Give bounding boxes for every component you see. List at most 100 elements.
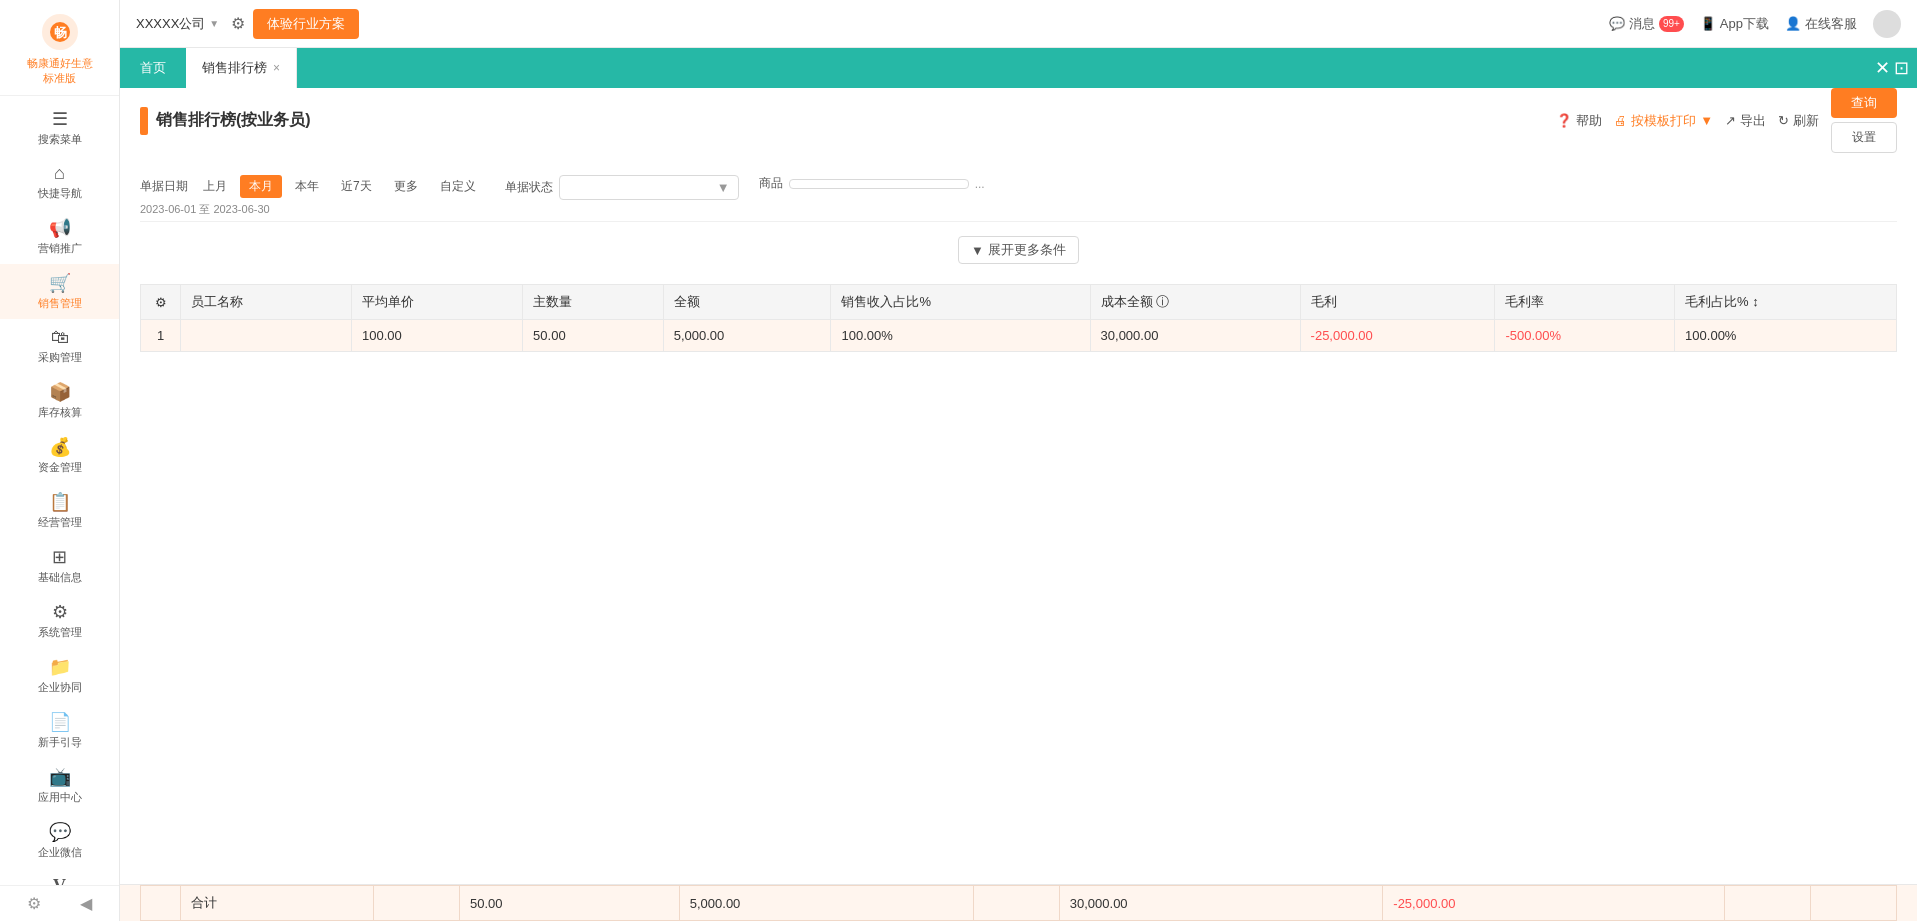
goods-select[interactable] [789, 179, 969, 189]
col-settings[interactable]: ⚙ [141, 285, 181, 320]
cell-avg-price: 100.00 [352, 320, 523, 352]
sidebar-item-marketing[interactable]: 📢 营销推广 [0, 209, 119, 264]
sales-icon: 🛒 [49, 272, 71, 294]
footer-sales-pct [973, 886, 1059, 921]
tab-spacer [297, 48, 1867, 88]
company-settings-icon[interactable]: ⚙ [231, 14, 245, 33]
cell-index: 1 [141, 320, 181, 352]
title-accent [140, 107, 148, 135]
status-select[interactable]: ▼ [559, 175, 739, 200]
sidebar-item-finance[interactable]: 💰 资金管理 [0, 428, 119, 483]
date-tab-year[interactable]: 本年 [286, 175, 328, 198]
filter-section: 销售排行榜(按业务员) ❓ 帮助 🖨 按模板打印 ▼ ↗ 导出 [120, 88, 1917, 284]
sidebar-item-nav[interactable]: ⌂ 快捷导航 [0, 155, 119, 209]
status-filter-group: 单据状态 ▼ [505, 175, 739, 200]
action-btn-group: 查询 设置 [1831, 88, 1897, 153]
sidebar-item-label: 应用中心 [38, 790, 82, 805]
sidebar-item-management[interactable]: 📋 经营管理 [0, 483, 119, 538]
sidebar: 畅 畅康通好生意 标准版 ☰ 搜索菜单 ⌂ 快捷导航 📢 营销推广 🛒 销售管理… [0, 0, 120, 921]
cell-cost-amount: 30,000.00 [1090, 320, 1300, 352]
page-title: 销售排行榜(按业务员) [156, 110, 311, 131]
sidebar-item-enterprise[interactable]: 📁 企业协同 [0, 648, 119, 703]
more-fields-icon[interactable]: ... [975, 177, 985, 191]
date-tab-custom[interactable]: 自定义 [431, 175, 485, 198]
company-selector[interactable]: XXXXX公司 ▼ [136, 15, 219, 33]
sidebar-item-newuser[interactable]: 📄 新手引导 [0, 703, 119, 758]
inventory-icon: 📦 [49, 381, 71, 403]
col-gross-rate: 毛利率 [1495, 285, 1675, 320]
tab-maximize-icon[interactable]: ⊡ [1894, 57, 1909, 79]
sidebar-settings-icon[interactable]: ⚙ [27, 894, 41, 913]
refresh-button[interactable]: ↻ 刷新 [1778, 112, 1819, 130]
col-main-qty: 主数量 [523, 285, 664, 320]
export-label: 导出 [1740, 112, 1766, 130]
sidebar-item-label: 库存核算 [38, 405, 82, 420]
sidebar-item-search[interactable]: ☰ 搜索菜单 [0, 100, 119, 155]
sidebar-item-appcenter[interactable]: 📺 应用中心 [0, 758, 119, 813]
sidebar-item-member[interactable]: V 畅会员 [0, 868, 119, 885]
tab-home[interactable]: 首页 [120, 48, 186, 88]
expand-label: 展开更多条件 [988, 241, 1066, 259]
expand-row: ▼ 展开更多条件 [140, 221, 1897, 274]
tab-close-icon[interactable]: × [273, 61, 280, 75]
sidebar-item-wechat[interactable]: 💬 企业微信 [0, 813, 119, 868]
sidebar-item-basic-info[interactable]: ⊞ 基础信息 [0, 538, 119, 593]
user-avatar[interactable] [1873, 10, 1901, 38]
sidebar-item-sales[interactable]: 🛒 销售管理 [0, 264, 119, 319]
print-label: 按模板打印 [1631, 112, 1696, 130]
table-row: 1 100.00 50.00 5,000.00 100.00% 30,000.0… [141, 320, 1897, 352]
sidebar-item-purchase[interactable]: 🛍 采购管理 [0, 319, 119, 373]
content-area: 销售排行榜(按业务员) ❓ 帮助 🖨 按模板打印 ▼ ↗ 导出 [120, 88, 1917, 921]
message-label: 消息 [1629, 15, 1655, 33]
online-service-button[interactable]: 👤 在线客服 [1785, 15, 1857, 33]
footer-main-qty: 50.00 [460, 886, 680, 921]
footer-row: 合计 50.00 5,000.00 30,000.00 -25,000.00 [141, 886, 1897, 921]
data-table: ⚙ 员工名称 平均单价 主数量 全额 销售收入占比% 成本全额 ⓘ 毛利 毛利率… [140, 284, 1897, 352]
settings-button[interactable]: 设置 [1831, 122, 1897, 153]
trial-button[interactable]: 体验行业方案 [253, 9, 359, 39]
date-filter-group: 单据日期 上月 本月 本年 近7天 更多 自定义 2023-06-01 至 20… [140, 175, 485, 217]
home-icon: ⌂ [54, 163, 65, 184]
cell-gross-pct: 100.00% [1675, 320, 1897, 352]
sidebar-item-label: 基础信息 [38, 570, 82, 585]
print-button[interactable]: 🖨 按模板打印 ▼ [1614, 112, 1713, 130]
export-button[interactable]: ↗ 导出 [1725, 112, 1766, 130]
message-button[interactable]: 💬 消息 99+ [1609, 15, 1684, 33]
table-footer: 合计 50.00 5,000.00 30,000.00 -25,000.00 [120, 884, 1917, 921]
sidebar-item-label: 企业协同 [38, 680, 82, 695]
cell-gross-rate: -500.00% [1495, 320, 1675, 352]
print-chevron-icon: ▼ [1700, 113, 1713, 128]
col-amount: 全额 [663, 285, 831, 320]
cell-name [181, 320, 352, 352]
download-icon: 📱 [1700, 16, 1716, 31]
tab-sales-ranking[interactable]: 销售排行榜 × [186, 48, 297, 88]
chevron-down-icon: ▼ [209, 18, 219, 29]
sidebar-collapse-icon[interactable]: ◀ [80, 894, 92, 913]
table-container: ⚙ 员工名称 平均单价 主数量 全额 销售收入占比% 成本全额 ⓘ 毛利 毛利率… [120, 284, 1917, 352]
footer-table: 合计 50.00 5,000.00 30,000.00 -25,000.00 [140, 885, 1897, 921]
app-download-button[interactable]: 📱 App下载 [1700, 15, 1769, 33]
date-tab-current[interactable]: 本月 [240, 175, 282, 198]
footer-gross-rate [1724, 886, 1810, 921]
search-menu-icon: ☰ [52, 108, 68, 130]
query-button[interactable]: 查询 [1831, 88, 1897, 118]
date-tab-prev[interactable]: 上月 [194, 175, 236, 198]
date-tab-7days[interactable]: 近7天 [332, 175, 381, 198]
sidebar-item-label: 新手引导 [38, 735, 82, 750]
sidebar-item-label: 采购管理 [38, 350, 82, 365]
expand-conditions-button[interactable]: ▼ 展开更多条件 [958, 236, 1079, 264]
help-button[interactable]: ❓ 帮助 [1556, 112, 1602, 130]
sidebar-item-label: 快捷导航 [38, 186, 82, 201]
date-range-display: 2023-06-01 至 2023-06-30 [140, 202, 485, 217]
help-icon: ❓ [1556, 113, 1572, 128]
message-badge: 99+ [1659, 16, 1684, 32]
goods-filter-label: 商品 [759, 175, 783, 192]
sidebar-item-label: 资金管理 [38, 460, 82, 475]
sidebar-item-inventory[interactable]: 📦 库存核算 [0, 373, 119, 428]
topbar-right: 💬 消息 99+ 📱 App下载 👤 在线客服 [1609, 10, 1901, 38]
main-area: XXXXX公司 ▼ ⚙ 体验行业方案 💬 消息 99+ 📱 App下载 👤 在线… [120, 0, 1917, 921]
date-tab-more[interactable]: 更多 [385, 175, 427, 198]
footer-avg-price [373, 886, 459, 921]
sidebar-item-system[interactable]: ⚙ 系统管理 [0, 593, 119, 648]
tab-close-window-icon[interactable]: ✕ [1875, 57, 1890, 79]
